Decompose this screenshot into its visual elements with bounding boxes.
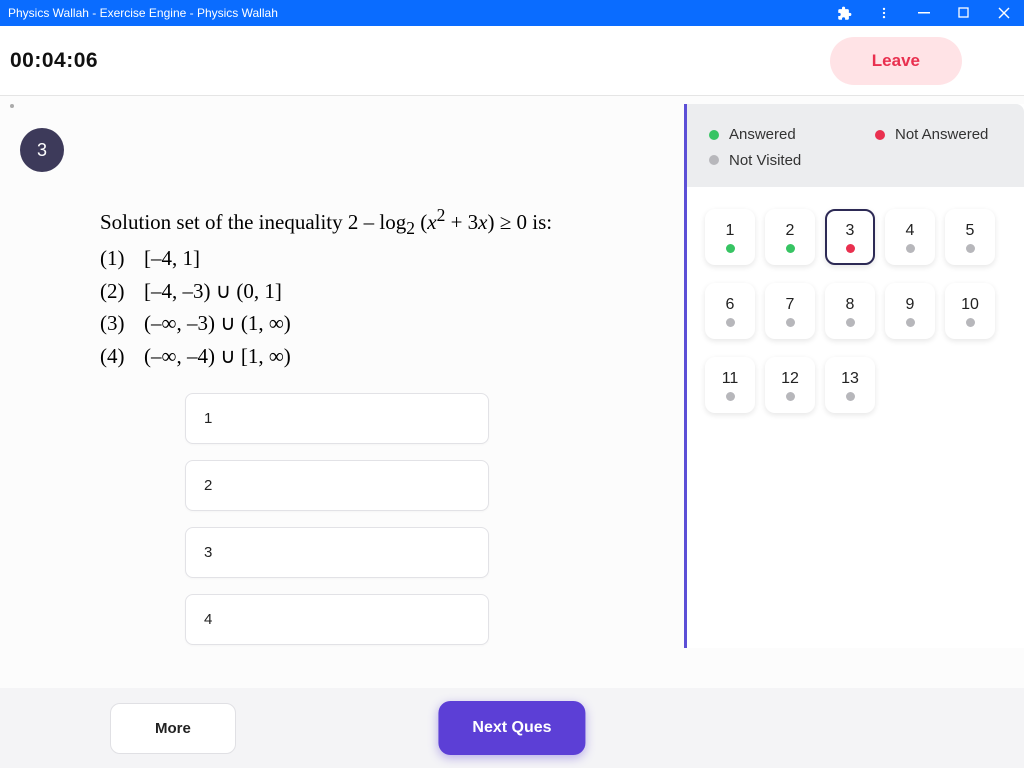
timer: 00:04:06 xyxy=(10,49,830,73)
palette-question-8[interactable]: 8 xyxy=(825,283,875,339)
extension-icon[interactable] xyxy=(824,0,864,26)
status-dot-icon xyxy=(846,318,855,327)
question-stem: Solution set of the inequality 2 – log xyxy=(100,210,406,234)
palette-question-11[interactable]: 11 xyxy=(705,357,755,413)
status-dot-icon xyxy=(966,318,975,327)
footer-bar: More Next Ques xyxy=(0,688,1024,768)
menu-dots-icon[interactable] xyxy=(864,0,904,26)
next-question-button[interactable]: Next Ques xyxy=(438,701,585,755)
question-grid: 12345678910111213 xyxy=(687,187,1024,435)
palette-number: 11 xyxy=(722,370,739,388)
option-3[interactable]: 3 xyxy=(185,527,489,578)
status-dot-icon xyxy=(846,392,855,401)
palette-number: 6 xyxy=(726,296,735,314)
palette-question-10[interactable]: 10 xyxy=(945,283,995,339)
palette-number: 2 xyxy=(786,222,795,240)
legend-not-visited: Not Visited xyxy=(709,148,839,174)
question-panel: 3 Solution set of the inequality 2 – log… xyxy=(0,96,684,688)
palette-question-12[interactable]: 12 xyxy=(765,357,815,413)
option-4[interactable]: 4 xyxy=(185,594,489,645)
leave-button[interactable]: Leave xyxy=(830,37,962,85)
question-palette-sidebar: Answered Not Answered Not Visited 123456… xyxy=(684,104,1024,648)
legend-answered: Answered xyxy=(709,122,839,148)
palette-question-4[interactable]: 4 xyxy=(885,209,935,265)
maximize-icon[interactable] xyxy=(944,0,984,26)
status-dot-icon xyxy=(906,318,915,327)
palette-number: 1 xyxy=(726,222,735,240)
palette-number: 3 xyxy=(846,222,855,240)
question-number-badge: 3 xyxy=(20,128,64,172)
status-dot-icon xyxy=(846,244,855,253)
status-dot-icon xyxy=(906,244,915,253)
status-legend: Answered Not Answered Not Visited xyxy=(687,104,1024,187)
dot-red-icon xyxy=(875,130,885,140)
question-text: Solution set of the inequality 2 – log2 … xyxy=(100,202,674,373)
palette-question-3[interactable]: 3 xyxy=(825,209,875,265)
dot-grey-icon xyxy=(709,155,719,165)
palette-number: 7 xyxy=(786,296,795,314)
status-dot-icon xyxy=(966,244,975,253)
palette-question-9[interactable]: 9 xyxy=(885,283,935,339)
minimize-icon[interactable] xyxy=(904,0,944,26)
palette-question-2[interactable]: 2 xyxy=(765,209,815,265)
palette-number: 13 xyxy=(841,370,859,388)
palette-number: 12 xyxy=(781,370,799,388)
more-button[interactable]: More xyxy=(110,703,236,754)
status-dot-icon xyxy=(786,318,795,327)
dot-green-icon xyxy=(709,130,719,140)
palette-number: 9 xyxy=(906,296,915,314)
palette-number: 10 xyxy=(961,296,979,314)
close-icon[interactable] xyxy=(984,0,1024,26)
status-dot-icon xyxy=(726,392,735,401)
palette-question-5[interactable]: 5 xyxy=(945,209,995,265)
status-dot-icon xyxy=(726,318,735,327)
palette-question-1[interactable]: 1 xyxy=(705,209,755,265)
status-dot-icon xyxy=(726,244,735,253)
status-dot-icon xyxy=(786,244,795,253)
titlebar-controls xyxy=(824,0,1024,26)
palette-number: 4 xyxy=(906,222,915,240)
legend-not-answered: Not Answered xyxy=(875,122,1005,148)
palette-question-13[interactable]: 13 xyxy=(825,357,875,413)
window-titlebar: Physics Wallah - Exercise Engine - Physi… xyxy=(0,0,1024,26)
palette-question-7[interactable]: 7 xyxy=(765,283,815,339)
palette-number: 5 xyxy=(966,222,975,240)
answer-options: 1 2 3 4 xyxy=(185,393,489,645)
palette-number: 8 xyxy=(846,296,855,314)
option-1[interactable]: 1 xyxy=(185,393,489,444)
app-header: 00:04:06 Leave xyxy=(0,26,1024,96)
palette-question-6[interactable]: 6 xyxy=(705,283,755,339)
window-title: Physics Wallah - Exercise Engine - Physi… xyxy=(8,6,824,20)
status-dot-icon xyxy=(786,392,795,401)
option-2[interactable]: 2 xyxy=(185,460,489,511)
